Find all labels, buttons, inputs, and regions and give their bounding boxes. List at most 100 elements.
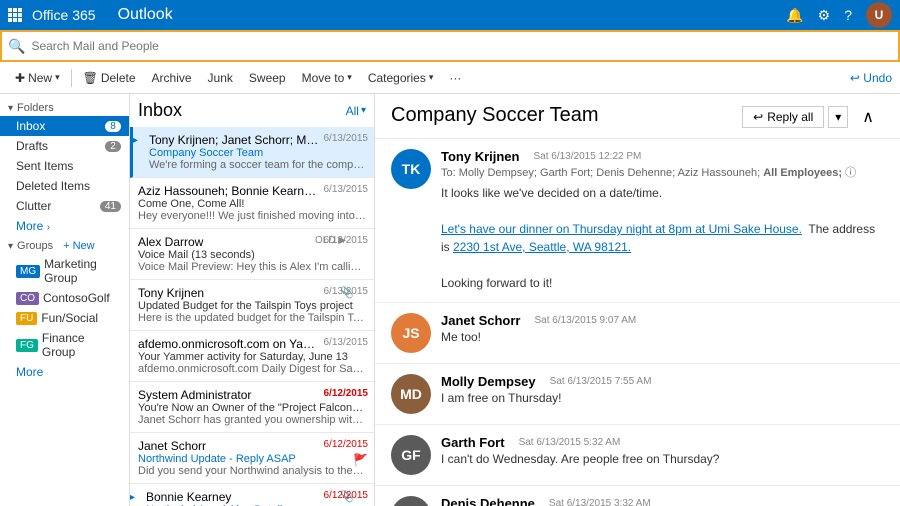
thread-name-1: Tony Krijnen [441, 149, 519, 164]
email-list-header: Inbox All ▾ [130, 94, 374, 127]
email-item[interactable]: ▸ Tony Krijnen; Janet Schorr; Molly D...… [130, 127, 374, 178]
thread-content-4: Garth Fort Sat 6/13/2015 5:32 AM I can't… [441, 435, 884, 475]
categories-button[interactable]: Categories ▾ [361, 68, 441, 88]
thread-content-3: Molly Dempsey Sat 6/13/2015 7:55 AM I am… [441, 374, 884, 414]
thread-content-5: Denis Dehenne Sat 6/13/2015 3:32 AM I ca… [441, 496, 884, 506]
email-sender: Tony Krijnen; Janet Schorr; Molly D... [141, 133, 321, 147]
email-date: 6/12/2015 [324, 388, 369, 399]
email-date: 6/13/2015 [324, 337, 369, 348]
email-subject: Company Soccer Team [141, 147, 366, 159]
email-sender: Janet Schorr [138, 439, 318, 453]
body-link-1[interactable]: Let's have our dinner on Thursday night … [441, 222, 802, 236]
sidebar-item-drafts[interactable]: Drafts 2 [0, 136, 129, 156]
groups-label: Groups [17, 240, 53, 252]
detail-collapse-button[interactable]: ∧ [852, 104, 884, 130]
email-item[interactable]: afdemo.onmicrosoft.com on Yammer Your Ya… [130, 331, 374, 382]
new-dropdown-icon[interactable]: ▾ [55, 72, 60, 83]
question-icon[interactable]: ? [844, 7, 852, 23]
email-item[interactable]: Tony Krijnen 📎 Updated Budget for the Ta… [130, 280, 374, 331]
sidebar-item-label: Finance Group [42, 331, 121, 359]
email-item[interactable]: ▸ Bonnie Kearney 📎 Northwind Acquisition… [130, 484, 374, 506]
folders-header[interactable]: ▾ Folders [0, 98, 129, 116]
email-sender: Alex Darrow [138, 235, 318, 249]
undo-button[interactable]: ↩ Undo [850, 71, 892, 85]
new-button[interactable]: ✚ New ▾ [8, 68, 67, 88]
app-title: Outlook [118, 6, 781, 24]
sidebar-item-funsocial[interactable]: FU Fun/Social [0, 308, 129, 328]
junk-button[interactable]: Junk [201, 68, 240, 88]
thread-date-4: Sat 6/13/2015 5:32 AM [519, 437, 621, 448]
body-link-2[interactable]: 2230 1st Ave, Seattle, WA 98121. [453, 240, 631, 254]
thread-date-1: Sat 6/13/2015 12:22 PM [533, 151, 641, 162]
thread-date-2: Sat 6/13/2015 9:07 AM [534, 315, 636, 326]
email-item[interactable]: Janet Schorr Northwind Update - Reply AS… [130, 433, 374, 484]
email-date: 6/13/2015 [324, 235, 369, 246]
move-to-dropdown-icon: ▾ [347, 72, 352, 83]
email-detail-header: Company Soccer Team ↩ Reply all ▾ ∧ [375, 94, 900, 139]
thread-item-4: GF Garth Fort Sat 6/13/2015 5:32 AM I ca… [375, 425, 900, 486]
email-sender: System Administrator [138, 388, 318, 402]
archive-button[interactable]: Archive [145, 68, 199, 88]
avatar[interactable]: U [866, 2, 892, 28]
thread-item-5: DD Denis Dehenne Sat 6/13/2015 3:32 AM I… [375, 486, 900, 506]
app-name: Office 365 [32, 7, 96, 23]
separator [71, 69, 72, 87]
thread-body-3: I am free on Thursday! [441, 389, 884, 407]
search-bar: 🔍 [0, 30, 900, 62]
email-preview: afdemo.onmicrosoft.com Daily Digest for … [138, 363, 366, 375]
groups-header[interactable]: ▾ Groups + New [0, 236, 129, 254]
email-date: 6/12/2015 [324, 490, 369, 501]
search-icon[interactable]: 🔍 [8, 38, 25, 55]
email-item[interactable]: Aziz Hassouneh; Bonnie Kearney; D... Com… [130, 178, 374, 229]
expand-arrow[interactable]: ▸ [130, 492, 135, 503]
sidebar-item-contosogolf[interactable]: CO ContosoGolf [0, 288, 129, 308]
thread-item-2: JS Janet Schorr Sat 6/13/2015 9:07 AM Me… [375, 303, 900, 364]
email-date: 6/13/2015 [324, 133, 369, 144]
groups-more[interactable]: More [0, 362, 129, 382]
email-item[interactable]: Alex Darrow OLD ▶ Voice Mail (13 seconds… [130, 229, 374, 280]
sidebar-item-label: Deleted Items [16, 179, 90, 193]
sidebar-item-sent[interactable]: Sent Items [0, 156, 129, 176]
thread-body-4: I can't do Wednesday. Are people free on… [441, 450, 884, 468]
sweep-button[interactable]: Sweep [242, 68, 293, 88]
move-to-button[interactable]: Move to ▾ [295, 68, 359, 88]
reply-dropdown-button[interactable]: ▾ [828, 106, 848, 128]
sidebar-item-label: Drafts [16, 139, 48, 153]
groups-new-label[interactable]: + New [63, 240, 95, 252]
top-nav: Office 365 Outlook 🔔 ⚙ ? U [0, 0, 900, 30]
email-item[interactable]: System Administrator You're Now an Owner… [130, 382, 374, 433]
email-preview: We're forming a soccer team for the comp… [141, 159, 366, 171]
sidebar: ▾ Folders Inbox 8 Drafts 2 Sent Items De… [0, 94, 130, 506]
thread-avatar-2: JS [391, 313, 431, 353]
email-date: 6/13/2015 [324, 286, 369, 297]
sidebar-item-deleted[interactable]: Deleted Items [0, 176, 129, 196]
thread-name-4: Garth Fort [441, 435, 505, 450]
email-sender: Tony Krijnen [138, 286, 318, 300]
folders-chevron: ▾ [8, 103, 13, 114]
gear-icon[interactable]: ⚙ [818, 7, 831, 24]
sidebar-item-label: Marketing Group [44, 257, 121, 285]
waffle-icon[interactable] [8, 8, 22, 22]
sidebar-item-label: Clutter [16, 199, 51, 213]
all-filter[interactable]: All ▾ [346, 104, 366, 118]
thread-item-1: TK Tony Krijnen Sat 6/13/2015 12:22 PM T… [375, 139, 900, 303]
bell-icon[interactable]: 🔔 [786, 7, 803, 24]
thread-content-2: Janet Schorr Sat 6/13/2015 9:07 AM Me to… [441, 313, 884, 353]
email-sender: afdemo.onmicrosoft.com on Yammer [138, 337, 318, 351]
sidebar-item-inbox[interactable]: Inbox 8 [0, 116, 129, 136]
sidebar-item-clutter[interactable]: Clutter 41 [0, 196, 129, 216]
reply-icon: ↩ [753, 110, 763, 124]
thread-avatar-1: TK [391, 149, 431, 189]
groups-chevron: ▾ [8, 241, 13, 252]
more-button[interactable]: ··· [442, 68, 468, 88]
folders-more[interactable]: More › [0, 216, 129, 236]
sidebar-item-marketing[interactable]: MG Marketing Group [0, 254, 129, 288]
delete-button[interactable]: 🗑 Delete [76, 68, 143, 88]
email-preview: Janet Schorr has granted you ownership w… [138, 414, 366, 426]
expand-arrow[interactable]: ▸ [133, 135, 138, 146]
reply-all-button[interactable]: ↩ Reply all [742, 106, 824, 128]
sidebar-item-finance[interactable]: FG Finance Group [0, 328, 129, 362]
search-input[interactable] [31, 39, 892, 53]
email-subject: Come One, Come All! [138, 198, 366, 210]
thread-name-5: Denis Dehenne [441, 496, 535, 506]
